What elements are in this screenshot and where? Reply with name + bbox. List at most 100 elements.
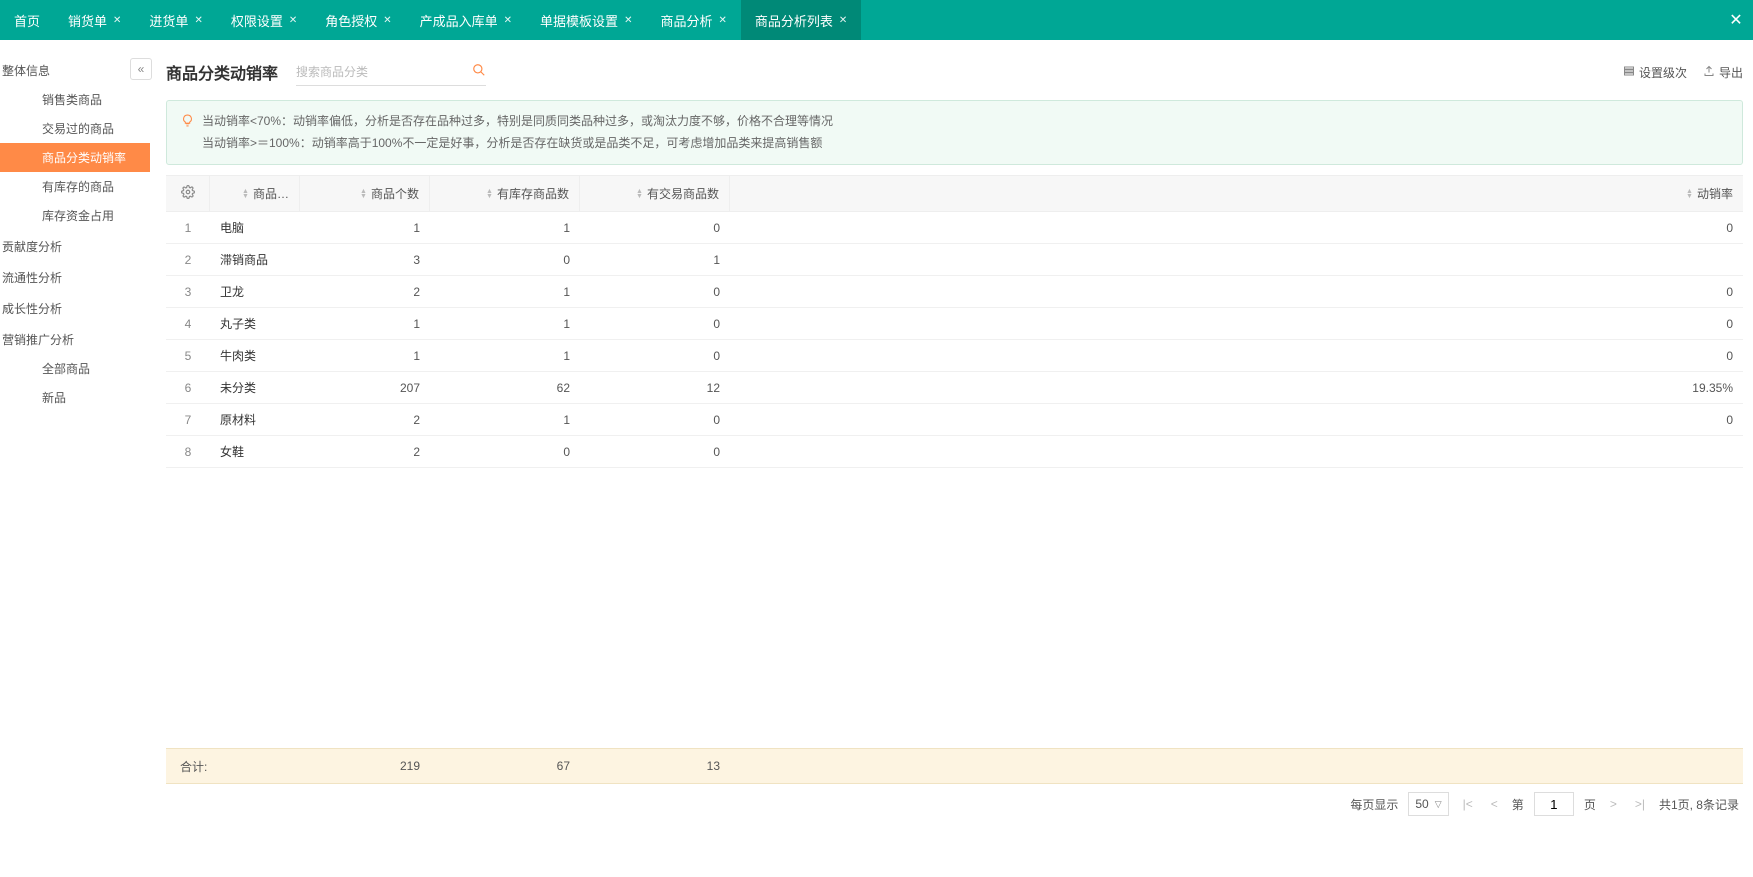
export-button[interactable]: 导出 <box>1703 64 1743 81</box>
cell-rate <box>730 244 1743 275</box>
sort-icon: ▲▼ <box>360 189 367 199</box>
chevron-right-icon: › <box>4 303 7 314</box>
search-wrap <box>296 58 486 86</box>
page-prev-button[interactable]: < <box>1487 797 1502 811</box>
sidebar-group-title[interactable]: ﹀整体信息 <box>0 56 150 85</box>
search-icon[interactable] <box>472 63 486 80</box>
close-icon[interactable]: ✕ <box>718 15 726 26</box>
search-input[interactable] <box>296 65 472 79</box>
sidebar-item[interactable]: 销售类商品 <box>0 85 150 114</box>
footer-tx: 13 <box>580 759 730 773</box>
th-rate[interactable]: ▲▼ 动销率 <box>730 176 1743 211</box>
sidebar-group-title[interactable]: ›贡献度分析 <box>0 232 150 261</box>
table-row[interactable]: 3卫龙2100 <box>166 276 1743 308</box>
th-tx-label: 有交易商品数 <box>647 185 719 202</box>
table-row[interactable]: 2滞销商品301 <box>166 244 1743 276</box>
sidebar-group-title[interactable]: ›成长性分析 <box>0 294 150 323</box>
chevron-down-icon: ﹀ <box>4 63 14 78</box>
th-stock[interactable]: ▲▼ 有库存商品数 <box>430 176 580 211</box>
table-header-row: ▲▼ 商品… ▲▼ 商品个数 ▲▼ 有库存商品数 ▲▼ 有交易商品数 ▲▼ <box>166 176 1743 212</box>
tip-banner: 当动销率<70%：动销率偏低，分析是否存在品种过多，特别是同质同类品种过多，或淘… <box>166 100 1743 165</box>
tab-进货单[interactable]: 进货单✕ <box>135 0 216 40</box>
per-page-select[interactable]: 50 ▽ <box>1408 792 1448 816</box>
page-next-button[interactable]: > <box>1606 797 1621 811</box>
table-row[interactable]: 1电脑1100 <box>166 212 1743 244</box>
tab-首页[interactable]: 首页 <box>0 0 54 40</box>
page-first-button[interactable]: |< <box>1459 797 1477 811</box>
sidebar-item[interactable]: 全部商品 <box>0 354 150 383</box>
footer-label: 合计: <box>166 758 300 775</box>
tab-销货单[interactable]: 销货单 ✕ <box>54 0 135 40</box>
close-icon[interactable]: ✕ <box>289 15 297 26</box>
top-tab-bar: 首页销货单✕进货单✕权限设置✕角色授权✕产成品入库单✕单据模板设置✕商品分析✕商… <box>0 0 1753 40</box>
sort-icon: ▲▼ <box>636 189 643 199</box>
th-count-label: 商品个数 <box>371 185 419 202</box>
close-icon[interactable]: ✕ <box>839 15 847 26</box>
cell-name: 牛肉类 <box>210 340 300 371</box>
tab-角色授权[interactable]: 角色授权✕ <box>311 0 405 40</box>
cell-name: 女鞋 <box>210 436 300 467</box>
tabs-close-all-button[interactable]: ✕ <box>1719 0 1753 40</box>
table-row[interactable]: 6未分类207621219.35% <box>166 372 1743 404</box>
cell-rate: 0 <box>730 404 1743 435</box>
th-name[interactable]: ▲▼ 商品… <box>210 176 300 211</box>
tip-line-1: 当动销率<70%：动销率偏低，分析是否存在品种过多，特别是同质同类品种过多，或淘… <box>202 111 1728 133</box>
cell-name: 丸子类 <box>210 308 300 339</box>
footer-stock: 67 <box>430 759 580 773</box>
table-body: 1电脑11002滞销商品3013卫龙21004丸子类11005牛肉类11006未… <box>166 212 1743 468</box>
settings-level-button[interactable]: 设置级次 <box>1623 64 1687 81</box>
cell-count: 1 <box>300 212 430 243</box>
close-icon[interactable]: ✕ <box>383 15 391 26</box>
gear-icon <box>181 185 195 202</box>
cell-count: 2 <box>300 276 430 307</box>
page-input[interactable] <box>1534 792 1574 816</box>
th-tx[interactable]: ▲▼ 有交易商品数 <box>580 176 730 211</box>
close-icon[interactable]: ✕ <box>194 15 202 26</box>
tab-label: 首页 <box>14 11 40 30</box>
tab-label: 权限设置 <box>231 11 283 30</box>
sidebar-group-title[interactable]: ›流通性分析 <box>0 263 150 292</box>
tab-权限设置[interactable]: 权限设置 ✕ <box>217 0 311 40</box>
tab-label: 销货单 <box>68 11 107 30</box>
sidebar-item[interactable]: 新品 <box>0 383 150 412</box>
close-icon[interactable]: ✕ <box>504 15 512 26</box>
cell-count: 207 <box>300 372 430 403</box>
export-icon <box>1703 65 1715 80</box>
close-icon[interactable]: ✕ <box>624 15 632 26</box>
sidebar-group-title[interactable]: ﹀营销推广分析 <box>0 325 150 354</box>
table-row[interactable]: 8女鞋200 <box>166 436 1743 468</box>
per-page-value: 50 <box>1415 797 1428 811</box>
th-rate-label: 动销率 <box>1697 185 1733 202</box>
table-row[interactable]: 5牛肉类1100 <box>166 340 1743 372</box>
page-last-button[interactable]: >| <box>1631 797 1649 811</box>
cell-index: 5 <box>166 340 210 371</box>
cell-name: 卫龙 <box>210 276 300 307</box>
cell-count: 3 <box>300 244 430 275</box>
page-word-before: 第 <box>1512 796 1524 813</box>
sidebar-item[interactable]: 库存资金占用 <box>0 201 150 230</box>
tab-商品分析[interactable]: 商品分析✕ <box>646 0 740 40</box>
tab-单据模板设置[interactable]: 单据模板设置 ✕ <box>526 0 646 40</box>
page-summary: 共1页, 8条记录 <box>1659 796 1739 813</box>
table-row[interactable]: 7原材料2100 <box>166 404 1743 436</box>
tip-text: 当动销率<70%：动销率偏低，分析是否存在品种过多，特别是同质同类品种过多，或淘… <box>202 111 1728 154</box>
cell-tx: 0 <box>580 436 730 467</box>
table-settings-cell[interactable] <box>166 176 210 211</box>
th-count[interactable]: ▲▼ 商品个数 <box>300 176 430 211</box>
chevron-right-icon: › <box>4 272 7 283</box>
sidebar-item[interactable]: 交易过的商品 <box>0 114 150 143</box>
chevron-down-icon: ﹀ <box>4 332 14 347</box>
table-row[interactable]: 4丸子类1100 <box>166 308 1743 340</box>
cell-rate: 19.35% <box>730 372 1743 403</box>
sort-icon: ▲▼ <box>1686 189 1693 199</box>
tab-产成品入库单[interactable]: 产成品入库单✕ <box>406 0 526 40</box>
table-footer-row: 合计: 219 67 13 <box>166 748 1743 784</box>
close-icon[interactable]: ✕ <box>113 15 121 26</box>
sidebar-collapse-button[interactable]: « <box>130 58 152 80</box>
sidebar-item[interactable]: 有库存的商品 <box>0 172 150 201</box>
tab-label: 单据模板设置 <box>540 11 618 30</box>
tab-商品分析列表[interactable]: 商品分析列表✕ <box>741 0 861 40</box>
cell-index: 4 <box>166 308 210 339</box>
footer-count: 219 <box>300 759 430 773</box>
sidebar-item[interactable]: 商品分类动销率 <box>0 143 150 172</box>
